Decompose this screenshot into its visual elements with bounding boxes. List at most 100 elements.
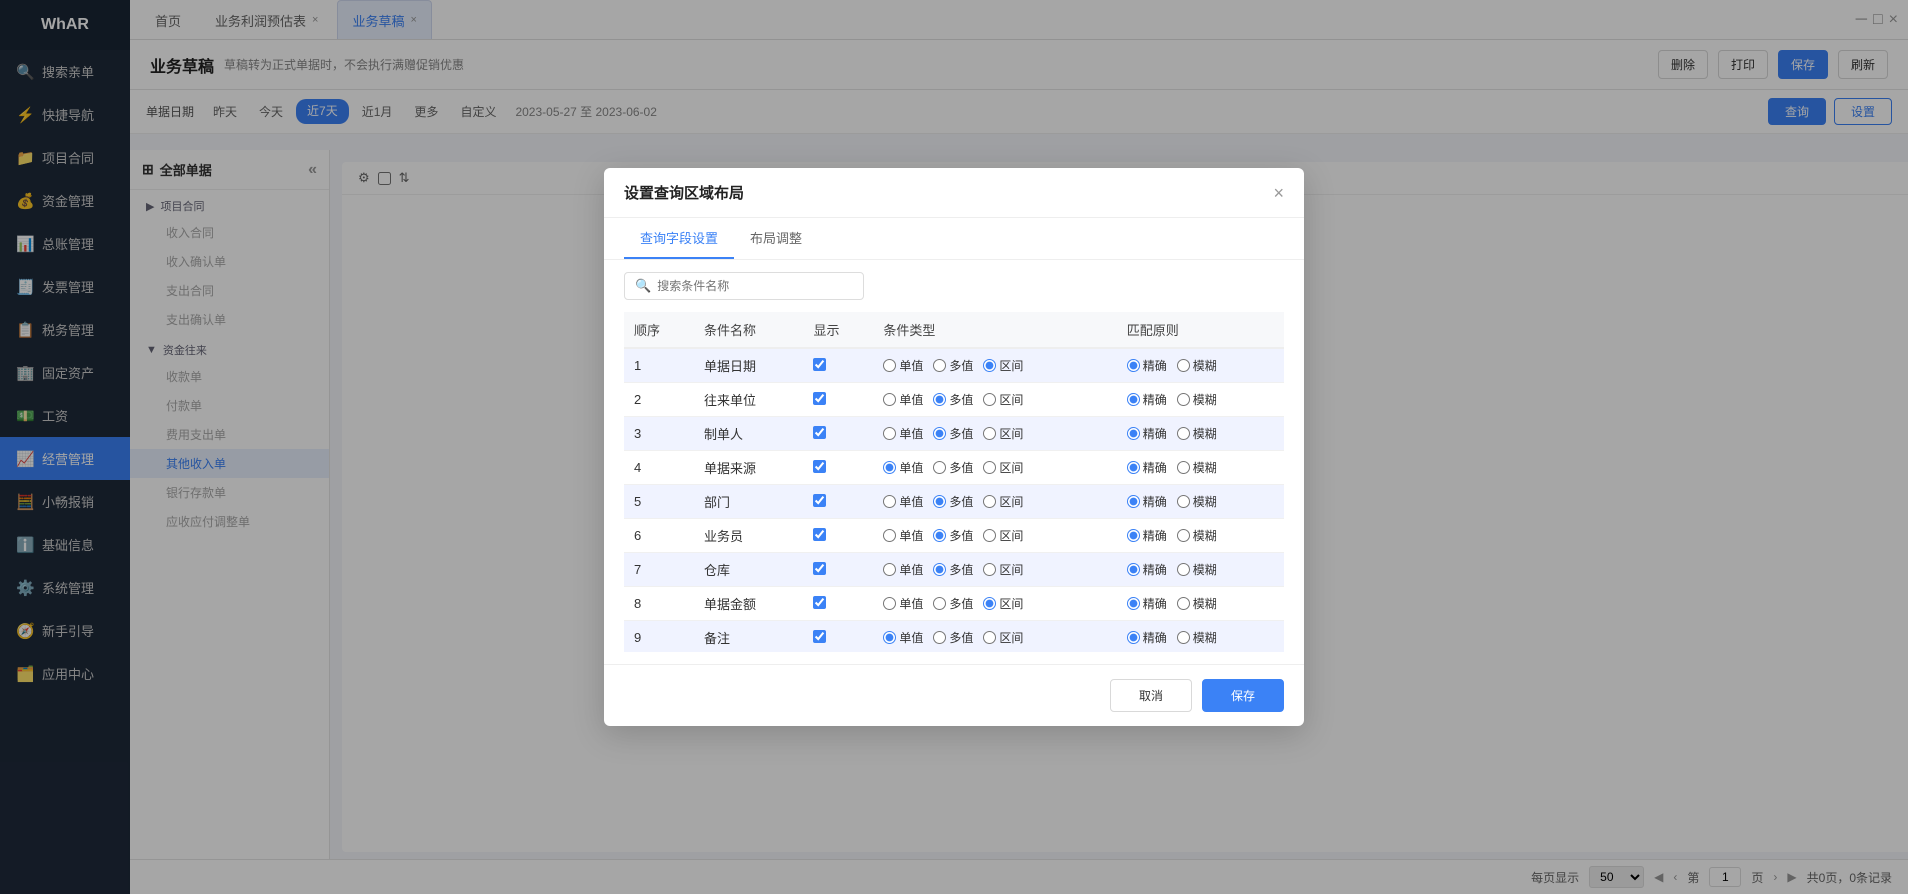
dialog-tabs: 查询字段设置 布局调整 xyxy=(604,218,1304,260)
table-row: 6业务员 单值多值区间 精确模糊 xyxy=(624,519,1284,553)
settings-dialog: 设置查询区域布局 × 查询字段设置 布局调整 🔍 顺序 条件名称 xyxy=(604,168,1304,726)
cell-order: 9 xyxy=(624,621,694,653)
cond-type-radio-2[interactable]: 区间 xyxy=(983,425,1023,442)
cell-order: 6 xyxy=(624,519,694,553)
cond-type-radio-2[interactable]: 区间 xyxy=(983,595,1023,612)
show-checkbox[interactable] xyxy=(813,358,826,371)
show-checkbox[interactable] xyxy=(813,630,826,643)
match-radio-1[interactable]: 模糊 xyxy=(1177,527,1217,544)
cell-order: 4 xyxy=(624,451,694,485)
col-name: 条件名称 xyxy=(694,312,803,348)
cond-type-radio-1[interactable]: 多值 xyxy=(933,527,973,544)
match-radio-0[interactable]: 精确 xyxy=(1127,595,1167,612)
settings-table-scroll[interactable]: 顺序 条件名称 显示 条件类型 匹配原则 1单据日期单值多值区间精确模糊2往来单… xyxy=(624,312,1284,652)
dialog-header: 设置查询区域布局 × xyxy=(604,168,1304,218)
match-radio-0[interactable]: 精确 xyxy=(1127,357,1167,374)
match-radio-1[interactable]: 模糊 xyxy=(1177,459,1217,476)
cond-type-radio-0[interactable]: 单值 xyxy=(883,561,923,578)
cell-name: 业务员 xyxy=(694,519,803,553)
table-row: 1单据日期 单值多值区间 精确模糊 xyxy=(624,348,1284,383)
match-radio-1[interactable]: 模糊 xyxy=(1177,425,1217,442)
match-radio-0[interactable]: 精确 xyxy=(1127,459,1167,476)
cond-type-radio-1[interactable]: 多值 xyxy=(933,493,973,510)
cond-type-radio-0[interactable]: 单值 xyxy=(883,391,923,408)
col-match: 匹配原则 xyxy=(1117,312,1284,348)
match-radio-1[interactable]: 模糊 xyxy=(1177,357,1217,374)
dialog-save-button[interactable]: 保存 xyxy=(1202,679,1284,712)
match-radio-0[interactable]: 精确 xyxy=(1127,493,1167,510)
cond-type-radio-2[interactable]: 区间 xyxy=(983,527,1023,544)
dialog-close-button[interactable]: × xyxy=(1273,184,1284,202)
dialog-title: 设置查询区域布局 xyxy=(624,182,744,203)
table-row: 4单据来源 单值多值区间 精确模糊 xyxy=(624,451,1284,485)
dialog-cancel-button[interactable]: 取消 xyxy=(1110,679,1192,712)
table-row: 7仓库 单值多值区间 精确模糊 xyxy=(624,553,1284,587)
cond-type-radio-1[interactable]: 多值 xyxy=(933,629,973,646)
cell-order: 8 xyxy=(624,587,694,621)
cond-type-radio-2[interactable]: 区间 xyxy=(983,561,1023,578)
show-checkbox[interactable] xyxy=(813,494,826,507)
settings-table: 顺序 条件名称 显示 条件类型 匹配原则 1单据日期单值多值区间精确模糊2往来单… xyxy=(624,312,1284,652)
col-condtype: 条件类型 xyxy=(873,312,1116,348)
dialog-footer: 取消 保存 xyxy=(604,664,1304,726)
cell-order: 2 xyxy=(624,383,694,417)
cell-name: 单据金额 xyxy=(694,587,803,621)
cond-type-radio-1[interactable]: 多值 xyxy=(933,391,973,408)
match-radio-0[interactable]: 精确 xyxy=(1127,425,1167,442)
cell-name: 备注 xyxy=(694,621,803,653)
cell-order: 7 xyxy=(624,553,694,587)
show-checkbox[interactable] xyxy=(813,528,826,541)
cond-type-radio-1[interactable]: 多值 xyxy=(933,595,973,612)
cell-name: 制单人 xyxy=(694,417,803,451)
cond-type-radio-0[interactable]: 单值 xyxy=(883,357,923,374)
cell-order: 5 xyxy=(624,485,694,519)
show-checkbox[interactable] xyxy=(813,562,826,575)
cond-type-radio-0[interactable]: 单值 xyxy=(883,527,923,544)
cell-name: 单据日期 xyxy=(694,348,803,383)
match-radio-0[interactable]: 精确 xyxy=(1127,561,1167,578)
match-radio-1[interactable]: 模糊 xyxy=(1177,561,1217,578)
cond-type-radio-0[interactable]: 单值 xyxy=(883,425,923,442)
cell-name: 往来单位 xyxy=(694,383,803,417)
cell-name: 单据来源 xyxy=(694,451,803,485)
cell-order: 1 xyxy=(624,348,694,383)
match-radio-1[interactable]: 模糊 xyxy=(1177,493,1217,510)
cond-type-radio-0[interactable]: 单值 xyxy=(883,459,923,476)
cell-order: 3 xyxy=(624,417,694,451)
match-radio-1[interactable]: 模糊 xyxy=(1177,595,1217,612)
show-checkbox[interactable] xyxy=(813,460,826,473)
cond-type-radio-1[interactable]: 多值 xyxy=(933,357,973,374)
condition-search-bar: 🔍 xyxy=(624,272,864,300)
cond-type-radio-2[interactable]: 区间 xyxy=(983,459,1023,476)
cond-type-radio-2[interactable]: 区间 xyxy=(983,493,1023,510)
match-radio-0[interactable]: 精确 xyxy=(1127,629,1167,646)
cell-name: 部门 xyxy=(694,485,803,519)
match-radio-0[interactable]: 精确 xyxy=(1127,391,1167,408)
cond-type-radio-0[interactable]: 单值 xyxy=(883,493,923,510)
modal-overlay: 设置查询区域布局 × 查询字段设置 布局调整 🔍 顺序 条件名称 xyxy=(0,0,1908,894)
cond-type-radio-1[interactable]: 多值 xyxy=(933,459,973,476)
search-icon-small: 🔍 xyxy=(635,278,651,294)
table-row: 2往来单位 单值多值区间 精确模糊 xyxy=(624,383,1284,417)
show-checkbox[interactable] xyxy=(813,392,826,405)
cond-type-radio-1[interactable]: 多值 xyxy=(933,561,973,578)
show-checkbox[interactable] xyxy=(813,426,826,439)
cond-type-radio-0[interactable]: 单值 xyxy=(883,629,923,646)
cond-type-radio-2[interactable]: 区间 xyxy=(983,357,1023,374)
cond-type-radio-2[interactable]: 区间 xyxy=(983,391,1023,408)
dialog-body: 🔍 顺序 条件名称 显示 条件类型 匹配原则 xyxy=(604,260,1304,664)
match-radio-1[interactable]: 模糊 xyxy=(1177,391,1217,408)
show-checkbox[interactable] xyxy=(813,596,826,609)
cond-type-radio-2[interactable]: 区间 xyxy=(983,629,1023,646)
match-radio-1[interactable]: 模糊 xyxy=(1177,629,1217,646)
dialog-tab-fields[interactable]: 查询字段设置 xyxy=(624,218,734,259)
match-radio-0[interactable]: 精确 xyxy=(1127,527,1167,544)
cell-name: 仓库 xyxy=(694,553,803,587)
table-row: 8单据金额 单值多值区间 精确模糊 xyxy=(624,587,1284,621)
dialog-tab-layout[interactable]: 布局调整 xyxy=(734,218,818,259)
cond-type-radio-0[interactable]: 单值 xyxy=(883,595,923,612)
table-row: 5部门 单值多值区间 精确模糊 xyxy=(624,485,1284,519)
cond-type-radio-1[interactable]: 多值 xyxy=(933,425,973,442)
col-order: 顺序 xyxy=(624,312,694,348)
condition-search-input[interactable] xyxy=(657,279,853,293)
